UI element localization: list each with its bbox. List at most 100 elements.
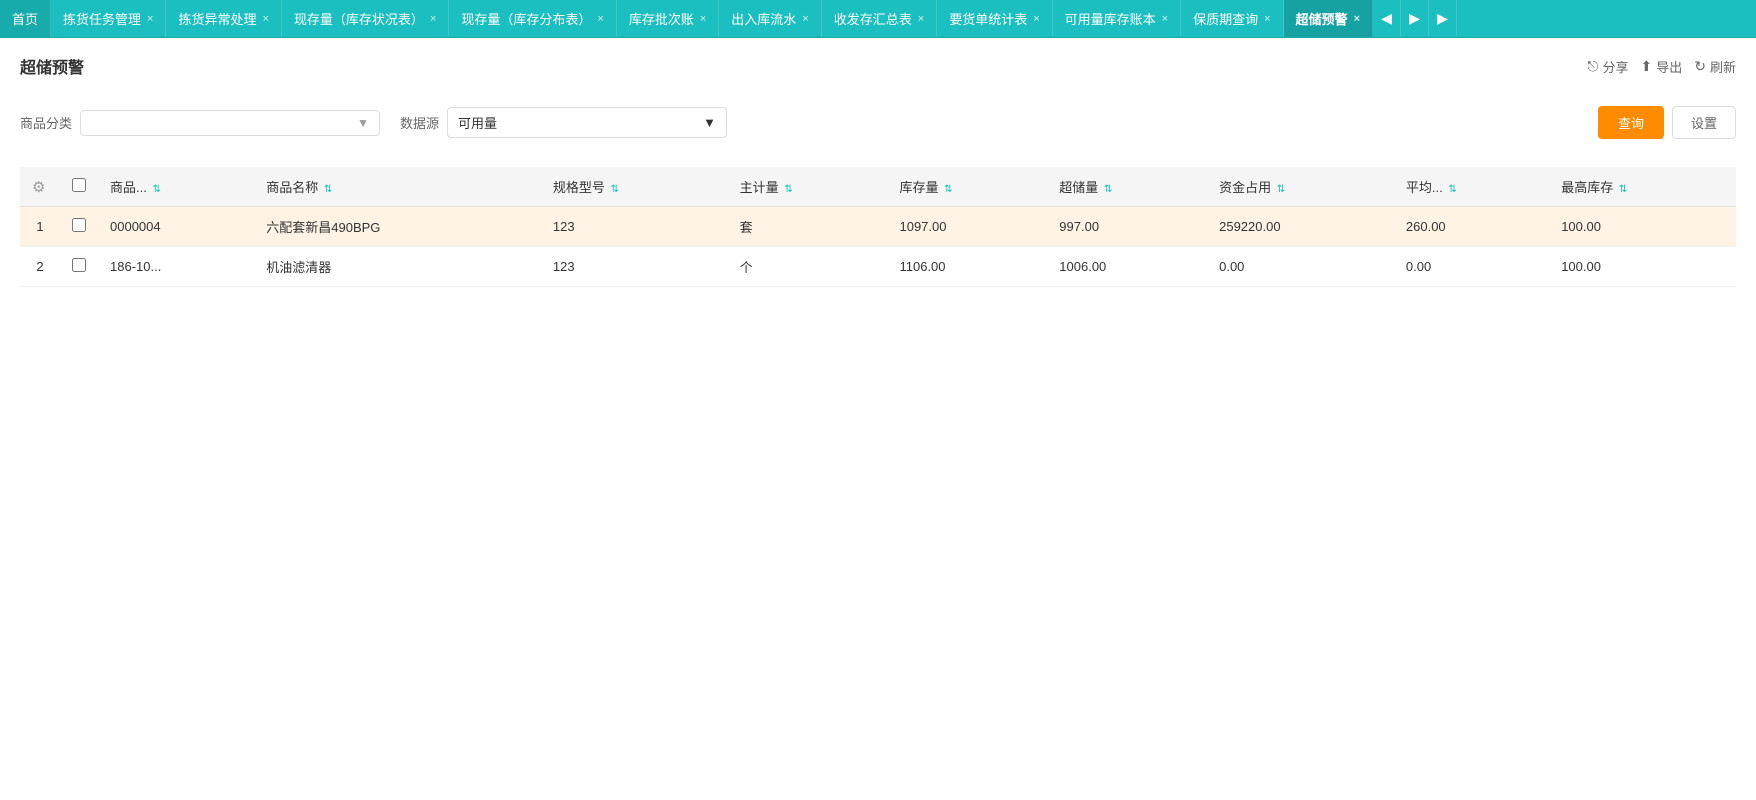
nav-available-stock[interactable]: 可用量库存账本 × (1053, 0, 1181, 38)
datasource-label: 数据源 (400, 113, 439, 132)
avg-1: 260.00 (1394, 207, 1549, 247)
row-checkbox-1 (60, 207, 98, 247)
chevron-down-icon: ▼ (357, 116, 369, 130)
th-overstock[interactable]: 超储量 ⇅ (1047, 167, 1207, 207)
th-unit[interactable]: 主计量 ⇅ (728, 167, 888, 207)
share-icon: ⎋ (1587, 58, 1598, 75)
product-name-2: 机油滤清器 (254, 247, 541, 287)
unit-1: 套 (728, 207, 888, 247)
close-icon[interactable]: × (597, 13, 603, 25)
datasource-select[interactable]: 可用量 ▼ (447, 107, 727, 138)
table-header: ⚙ 商品... ⇅ 商品名称 ⇅ 规格型号 ⇅ 主计量 (20, 167, 1736, 207)
row-select-checkbox[interactable] (72, 258, 86, 272)
spec-1: 123 (541, 207, 728, 247)
unit-2: 个 (728, 247, 888, 287)
close-icon[interactable]: × (1264, 13, 1270, 25)
close-icon[interactable]: × (147, 13, 153, 25)
close-icon[interactable]: × (430, 13, 436, 25)
table-body: 1 0000004 六配套新昌490BPG 123 套 1097.00 997.… (20, 207, 1736, 287)
th-product-name[interactable]: 商品名称 ⇅ (254, 167, 541, 207)
row-select-checkbox[interactable] (72, 218, 86, 232)
refresh-icon: ↻ (1694, 58, 1706, 75)
query-button[interactable]: 查询 (1598, 106, 1664, 139)
nav-overstock-warning[interactable]: 超储预警 × (1284, 0, 1373, 38)
nav-receipt-summary[interactable]: 收发存汇总表 × (822, 0, 937, 38)
header-row: ⚙ 商品... ⇅ 商品名称 ⇅ 规格型号 ⇅ 主计量 (20, 167, 1736, 207)
product-name-1: 六配套新昌490BPG (254, 207, 541, 247)
header-actions: ⎋ 分享 ⬆ 导出 ↻ 刷新 (1587, 57, 1736, 76)
th-capital[interactable]: 资金占用 ⇅ (1207, 167, 1394, 207)
close-icon[interactable]: × (1033, 13, 1039, 25)
nav-requisition-stats[interactable]: 要货单统计表 × (937, 0, 1052, 38)
sort-icon: ⇅ (944, 184, 952, 195)
capital-1: 259220.00 (1207, 207, 1394, 247)
th-spec[interactable]: 规格型号 ⇅ (541, 167, 728, 207)
category-filter: 商品分类 ▼ (20, 110, 380, 136)
close-icon[interactable]: × (262, 13, 268, 25)
data-table: ⚙ 商品... ⇅ 商品名称 ⇅ 规格型号 ⇅ 主计量 (20, 167, 1736, 287)
nav-in-out-flow[interactable]: 出入库流水 × (719, 0, 821, 38)
nav-prev-arrow[interactable]: ◀ (1373, 0, 1401, 38)
close-icon[interactable]: × (918, 13, 924, 25)
page-header: 超储预警 ⎋ 分享 ⬆ 导出 ↻ 刷新 (20, 54, 1736, 78)
sort-icon: ⇅ (784, 184, 792, 195)
product-code-2: 186-10... (98, 247, 254, 287)
sort-icon: ⇅ (611, 184, 619, 195)
th-max-stock[interactable]: 最高库存 ⇅ (1549, 167, 1736, 207)
avg-2: 0.00 (1394, 247, 1549, 287)
export-icon: ⬆ (1641, 58, 1653, 75)
table-row: 1 0000004 六配套新昌490BPG 123 套 1097.00 997.… (20, 207, 1736, 247)
top-navigation: 首页 拣货任务管理 × 拣货异常处理 × 现存量（库存状况表） × 现存量（库存… (0, 0, 1756, 38)
overstock-1: 997.00 (1047, 207, 1207, 247)
sort-icon: ⇅ (1448, 184, 1456, 195)
th-gear: ⚙ (20, 167, 60, 207)
row-num-1: 1 (20, 207, 60, 247)
chevron-down-icon: ▼ (703, 115, 716, 130)
close-icon[interactable]: × (802, 13, 808, 25)
close-icon[interactable]: × (1354, 13, 1360, 25)
sort-icon: ⇅ (1104, 184, 1112, 195)
gear-icon[interactable]: ⚙ (32, 179, 45, 196)
table-row: 2 186-10... 机油滤清器 123 个 1106.00 1006.00 … (20, 247, 1736, 287)
stock-1: 1097.00 (887, 207, 1047, 247)
product-code-1: 0000004 (98, 207, 254, 247)
sort-icon: ⇅ (1277, 184, 1285, 195)
row-num-2: 2 (20, 247, 60, 287)
datasource-value: 可用量 (458, 113, 497, 132)
row-checkbox-2 (60, 247, 98, 287)
nav-pick-exception[interactable]: 拣货异常处理 × (166, 0, 281, 38)
sort-icon: ⇅ (324, 184, 332, 195)
nav-pick-task[interactable]: 拣货任务管理 × (51, 0, 166, 38)
nav-shelf-life[interactable]: 保质期查询 × (1181, 0, 1283, 38)
capital-2: 0.00 (1207, 247, 1394, 287)
spec-2: 123 (541, 247, 728, 287)
max-stock-2: 100.00 (1549, 247, 1736, 287)
export-button[interactable]: ⬆ 导出 (1641, 57, 1683, 76)
sort-icon: ⇅ (152, 184, 160, 195)
nav-batch-account[interactable]: 库存批次账 × (617, 0, 719, 38)
share-button[interactable]: ⎋ 分享 (1587, 57, 1628, 76)
th-avg[interactable]: 平均... ⇅ (1394, 167, 1549, 207)
select-all-checkbox[interactable] (72, 178, 86, 192)
nav-more-arrow[interactable]: ▶ (1429, 0, 1457, 38)
overstock-2: 1006.00 (1047, 247, 1207, 287)
nav-home[interactable]: 首页 (0, 0, 51, 38)
page-title: 超储预警 (20, 54, 84, 78)
stock-2: 1106.00 (887, 247, 1047, 287)
page-content: 超储预警 ⎋ 分享 ⬆ 导出 ↻ 刷新 商品分类 ▼ 数据源 (0, 38, 1756, 800)
th-checkbox (60, 167, 98, 207)
close-icon[interactable]: × (700, 13, 706, 25)
nav-next-arrow[interactable]: ▶ (1401, 0, 1429, 38)
category-select[interactable]: ▼ (80, 110, 380, 136)
refresh-button[interactable]: ↻ 刷新 (1694, 57, 1736, 76)
category-label: 商品分类 (20, 113, 72, 132)
th-product-code[interactable]: 商品... ⇅ (98, 167, 254, 207)
nav-stock-status[interactable]: 现存量（库存状况表） × (282, 0, 449, 38)
max-stock-1: 100.00 (1549, 207, 1736, 247)
th-stock[interactable]: 库存量 ⇅ (887, 167, 1047, 207)
datasource-filter: 数据源 可用量 ▼ (400, 107, 727, 138)
close-icon[interactable]: × (1162, 13, 1168, 25)
nav-stock-dist[interactable]: 现存量（库存分布表） × (449, 0, 616, 38)
filter-area: 商品分类 ▼ 数据源 可用量 ▼ 查询 设置 (20, 94, 1736, 151)
settings-button[interactable]: 设置 (1672, 106, 1736, 139)
